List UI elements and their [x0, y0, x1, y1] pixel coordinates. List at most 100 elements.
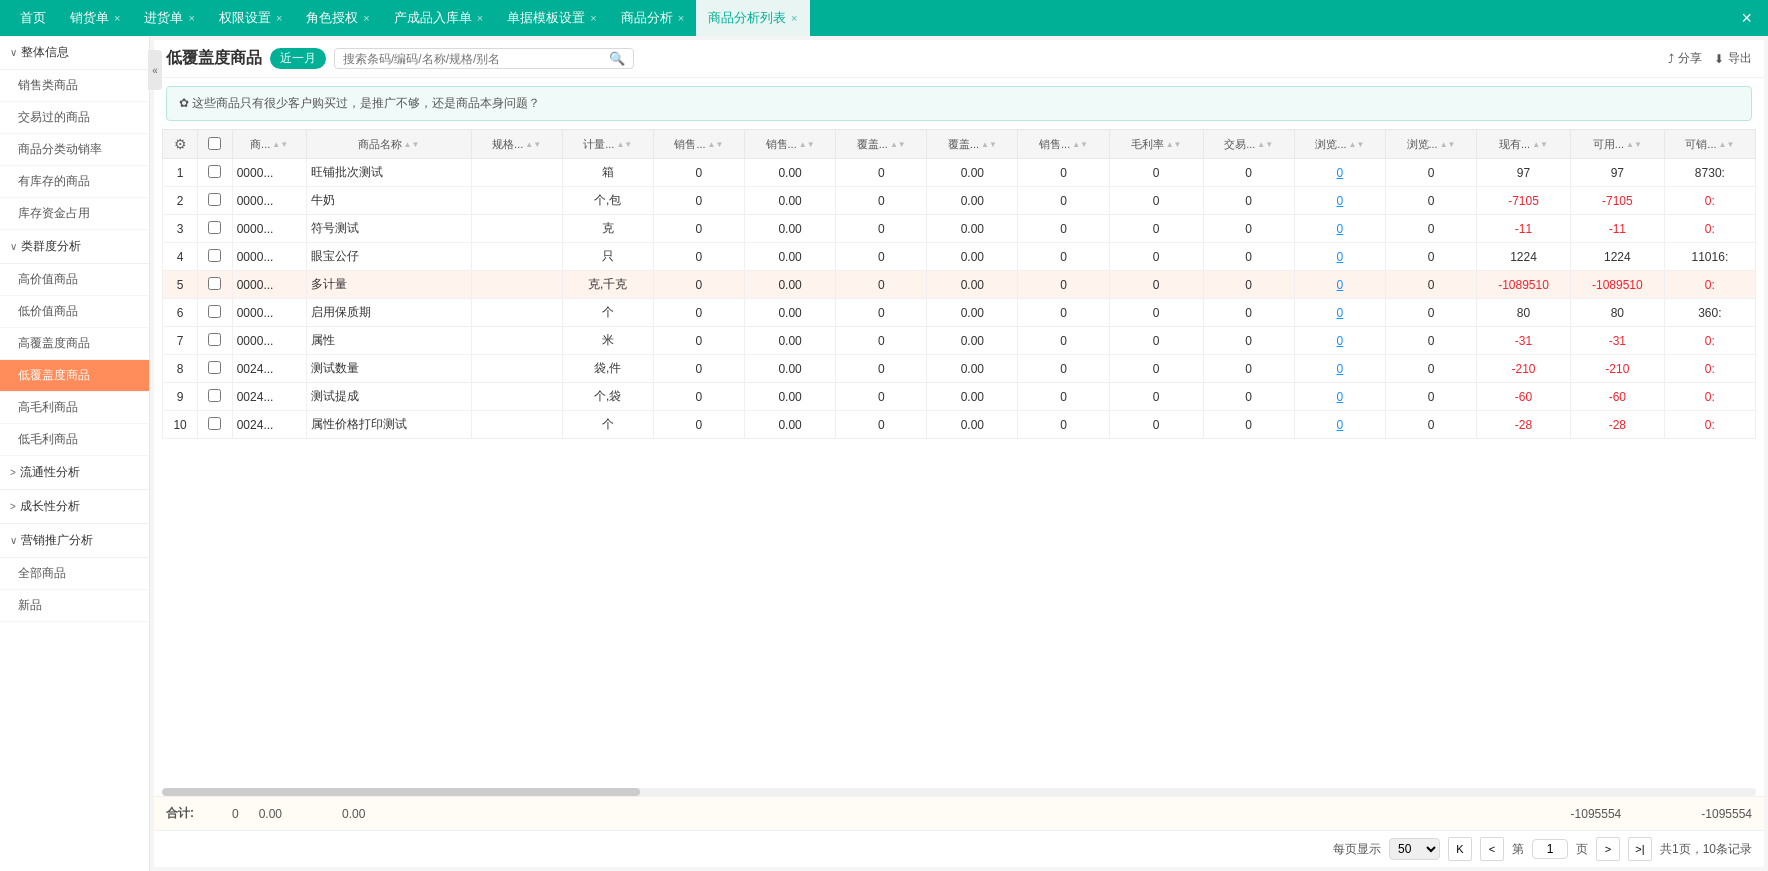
row-browse1[interactable]: 0: [1294, 383, 1385, 411]
row-name: 旺铺批次测试: [306, 159, 471, 187]
sidebar-item-low-coverage[interactable]: 低覆盖度商品: [0, 360, 149, 392]
row-browse1[interactable]: 0: [1294, 159, 1385, 187]
row-name: 符号测试: [306, 215, 471, 243]
close-icon[interactable]: ×: [114, 12, 120, 24]
row-browse1[interactable]: 0: [1294, 243, 1385, 271]
row-browse2: 0: [1385, 327, 1476, 355]
sidebar-item-sales-goods[interactable]: 销售类商品: [0, 70, 149, 102]
prev-page-button[interactable]: <: [1480, 837, 1504, 861]
first-page-button[interactable]: K: [1448, 837, 1472, 861]
row-browse1[interactable]: 0: [1294, 411, 1385, 439]
col-settings[interactable]: ⚙: [163, 130, 198, 159]
row-checkbox[interactable]: [198, 215, 233, 243]
row-checkbox-input[interactable]: [208, 305, 221, 318]
row-checkbox-input[interactable]: [208, 333, 221, 346]
nav-home[interactable]: 首页: [8, 0, 58, 36]
sidebar-section-circulation-analysis[interactable]: > 流通性分析: [0, 456, 149, 490]
sidebar-section-growth-analysis[interactable]: > 成长性分析: [0, 490, 149, 524]
row-browse1[interactable]: 0: [1294, 187, 1385, 215]
row-checkbox-input[interactable]: [208, 165, 221, 178]
close-icon[interactable]: ×: [590, 12, 596, 24]
sidebar-item-high-value[interactable]: 高价值商品: [0, 264, 149, 296]
sidebar-item-high-margin[interactable]: 高毛利商品: [0, 392, 149, 424]
sidebar-item-all-goods[interactable]: 全部商品: [0, 558, 149, 590]
close-icon[interactable]: ×: [477, 12, 483, 24]
per-page-select[interactable]: 50 10 20 100: [1389, 838, 1440, 860]
table-row: 5 0000... 多计量 克,千克 0 0.00 0 0.00 0 0 0 0…: [163, 271, 1756, 299]
row-sales-count: 0: [653, 243, 744, 271]
row-checkbox[interactable]: [198, 187, 233, 215]
row-checkbox-input[interactable]: [208, 193, 221, 206]
next-page-button[interactable]: >: [1596, 837, 1620, 861]
sidebar-item-goods-with-stock[interactable]: 有库存的商品: [0, 166, 149, 198]
close-icon[interactable]: ×: [678, 12, 684, 24]
row-checkbox-input[interactable]: [208, 417, 221, 430]
last-page-button[interactable]: >|: [1628, 837, 1652, 861]
nav-product-analysis[interactable]: 商品分析 ×: [609, 0, 696, 36]
sidebar-item-low-value[interactable]: 低价值商品: [0, 296, 149, 328]
time-filter-button[interactable]: 近一月: [270, 48, 326, 69]
row-browse1[interactable]: 0: [1294, 327, 1385, 355]
nav-product-analysis-list[interactable]: 商品分析列表 ×: [696, 0, 809, 36]
row-browse1[interactable]: 0: [1294, 215, 1385, 243]
close-icon[interactable]: ×: [188, 12, 194, 24]
row-checkbox[interactable]: [198, 299, 233, 327]
row-browse1[interactable]: 0: [1294, 271, 1385, 299]
nav-permission-settings[interactable]: 权限设置 ×: [207, 0, 294, 36]
row-sales-count: 0: [653, 299, 744, 327]
chevron-down-icon: ∨: [10, 47, 17, 58]
nav-purchase-order[interactable]: 进货单 ×: [132, 0, 206, 36]
row-spec: [471, 243, 562, 271]
col-name: 商品名称▲▼: [306, 130, 471, 159]
search-input[interactable]: [343, 52, 609, 66]
nav-sales-order[interactable]: 销货单 ×: [58, 0, 132, 36]
scrollbar-thumb[interactable]: [162, 788, 640, 796]
row-cover1: 0: [836, 159, 927, 187]
row-checkbox-input[interactable]: [208, 361, 221, 374]
row-gross: 0: [1109, 271, 1203, 299]
row-checkbox[interactable]: [198, 327, 233, 355]
row-checkbox[interactable]: [198, 159, 233, 187]
table-container: ⚙ 商...▲▼ 商品名称▲▼ 规格...▲▼ 计量...▲▼ 销售...▲▼ …: [162, 129, 1756, 788]
close-icon[interactable]: ×: [276, 12, 282, 24]
row-checkbox-input[interactable]: [208, 277, 221, 290]
row-checkbox-input[interactable]: [208, 249, 221, 262]
sidebar-item-low-margin[interactable]: 低毛利商品: [0, 424, 149, 456]
row-sellable: 0:: [1664, 355, 1755, 383]
row-checkbox[interactable]: [198, 355, 233, 383]
row-browse1[interactable]: 0: [1294, 355, 1385, 383]
sidebar-item-stock-capital[interactable]: 库存资金占用: [0, 198, 149, 230]
nav-template-settings[interactable]: 单据模板设置 ×: [495, 0, 608, 36]
row-browse1[interactable]: 0: [1294, 299, 1385, 327]
sidebar-section-cluster-analysis[interactable]: ∨ 类群度分析: [0, 230, 149, 264]
row-checkbox[interactable]: [198, 243, 233, 271]
close-all-tabs-button[interactable]: ×: [1733, 8, 1760, 29]
sidebar-item-high-coverage[interactable]: 高覆盖度商品: [0, 328, 149, 360]
sidebar-section-marketing-analysis[interactable]: ∨ 营销推广分析: [0, 524, 149, 558]
row-checkbox[interactable]: [198, 271, 233, 299]
share-button[interactable]: ⤴ 分享: [1668, 50, 1702, 67]
select-all-checkbox[interactable]: [208, 137, 221, 150]
row-name: 眼宝公仔: [306, 243, 471, 271]
row-checkbox-input[interactable]: [208, 221, 221, 234]
export-button[interactable]: ⬇ 导出: [1714, 50, 1752, 67]
row-sales-amount: 0.00: [744, 271, 835, 299]
sidebar-item-new-goods[interactable]: 新品: [0, 590, 149, 622]
col-available-stock: 可用...▲▼: [1570, 130, 1664, 159]
sidebar-item-traded-goods[interactable]: 交易过的商品: [0, 102, 149, 134]
close-icon[interactable]: ×: [363, 12, 369, 24]
nav-finished-goods[interactable]: 产成品入库单 ×: [382, 0, 495, 36]
row-checkbox-input[interactable]: [208, 389, 221, 402]
nav-role-auth[interactable]: 角色授权 ×: [294, 0, 381, 36]
close-icon[interactable]: ×: [791, 12, 797, 24]
sidebar-item-category-turnover[interactable]: 商品分类动销率: [0, 134, 149, 166]
page-number-input[interactable]: [1532, 839, 1568, 859]
gear-icon[interactable]: ⚙: [174, 136, 187, 152]
row-unit: 箱: [562, 159, 653, 187]
row-checkbox[interactable]: [198, 383, 233, 411]
info-banner: ✿ 这些商品只有很少客户购买过，是推广不够，还是商品本身问题？: [166, 86, 1752, 121]
horizontal-scrollbar[interactable]: [162, 788, 1756, 796]
sidebar-section-overall-info[interactable]: ∨ 整体信息: [0, 36, 149, 70]
row-checkbox[interactable]: [198, 411, 233, 439]
sidebar-collapse-button[interactable]: «: [148, 50, 162, 90]
